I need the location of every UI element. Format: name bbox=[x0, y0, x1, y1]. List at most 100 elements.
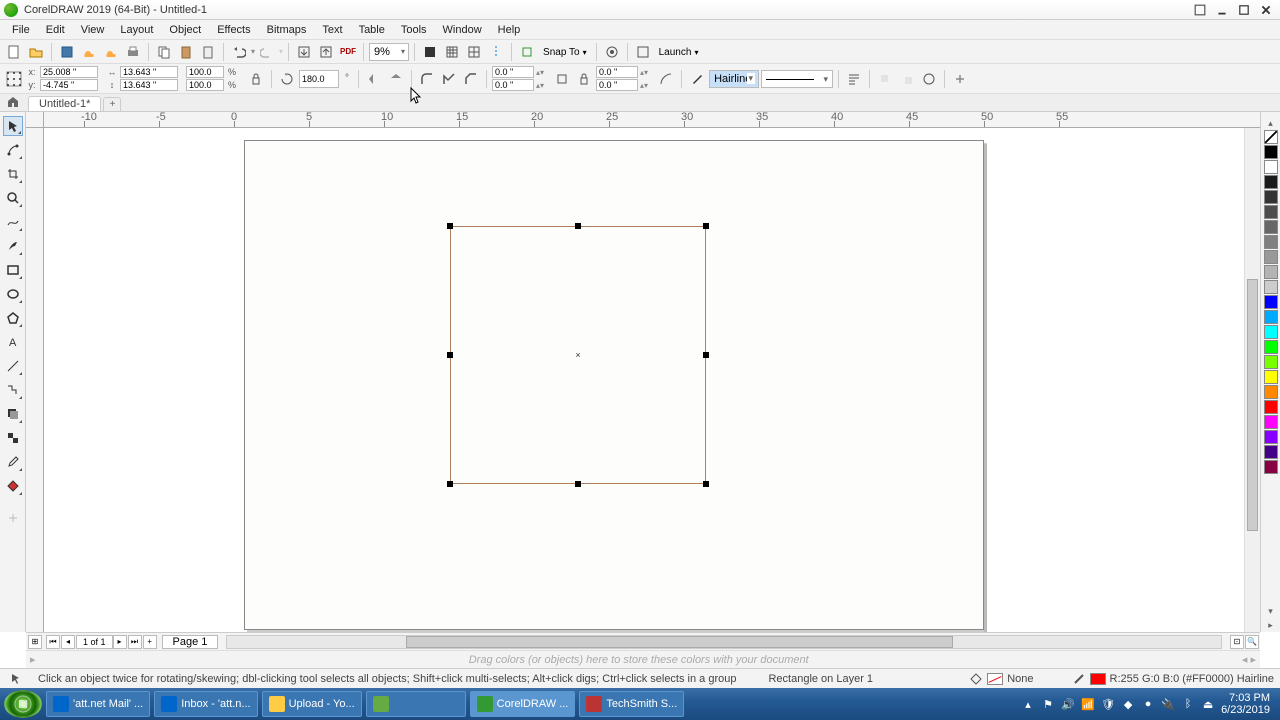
app-launcher-icon[interactable] bbox=[633, 42, 653, 62]
no-color-swatch[interactable] bbox=[1264, 130, 1278, 144]
open-button[interactable] bbox=[26, 42, 46, 62]
line-style-combo[interactable] bbox=[761, 70, 833, 88]
clipboard-button[interactable] bbox=[198, 42, 218, 62]
color-swatch[interactable] bbox=[1264, 385, 1278, 399]
popout-button[interactable] bbox=[1190, 2, 1210, 18]
cloud-down-button[interactable] bbox=[101, 42, 121, 62]
menu-effects[interactable]: Effects bbox=[209, 22, 258, 38]
crop-tool[interactable] bbox=[3, 164, 23, 184]
parallel-dim-tool[interactable] bbox=[3, 356, 23, 376]
minimize-button[interactable] bbox=[1212, 2, 1232, 18]
handle-nw[interactable] bbox=[447, 223, 453, 229]
color-swatch[interactable] bbox=[1264, 190, 1278, 204]
options-button[interactable] bbox=[602, 42, 622, 62]
shape-tool[interactable] bbox=[3, 140, 23, 160]
color-swatch[interactable] bbox=[1264, 295, 1278, 309]
corner-lock-icon[interactable] bbox=[552, 69, 572, 89]
wrap-text-button[interactable] bbox=[844, 69, 864, 89]
horizontal-scrollbar[interactable] bbox=[226, 635, 1222, 649]
corner-scallop-button[interactable] bbox=[439, 69, 459, 89]
undo-button[interactable] bbox=[229, 42, 249, 62]
rotation-input[interactable] bbox=[299, 70, 339, 88]
taskbar-item[interactable]: Inbox - 'att.n... bbox=[154, 691, 257, 717]
color-swatch[interactable] bbox=[1264, 370, 1278, 384]
fullscreen-button[interactable] bbox=[420, 42, 440, 62]
color-swatch[interactable] bbox=[1264, 325, 1278, 339]
vertical-scrollbar[interactable] bbox=[1244, 128, 1260, 632]
menu-object[interactable]: Object bbox=[161, 22, 209, 38]
y-input[interactable] bbox=[40, 79, 98, 91]
mirror-h-button[interactable] bbox=[364, 69, 384, 89]
color-swatch[interactable] bbox=[1264, 340, 1278, 354]
tray-bluetooth-icon[interactable]: ᛒ bbox=[1181, 697, 1195, 711]
x-input[interactable] bbox=[40, 66, 98, 78]
scale-x-input[interactable] bbox=[186, 66, 224, 78]
handle-e[interactable] bbox=[703, 352, 709, 358]
palette-up[interactable]: ▴ bbox=[1268, 116, 1273, 130]
lock-ratio-button[interactable] bbox=[246, 69, 266, 89]
first-page-button[interactable]: ⏮ bbox=[46, 635, 60, 649]
copy-button[interactable] bbox=[154, 42, 174, 62]
color-swatch[interactable] bbox=[1264, 355, 1278, 369]
taskbar-item[interactable]: Upload - Yo... bbox=[262, 691, 362, 717]
corner-bl-input[interactable] bbox=[492, 79, 534, 91]
scroll-thumb[interactable] bbox=[1247, 279, 1258, 531]
menu-view[interactable]: View bbox=[73, 22, 113, 38]
fill-tool[interactable] bbox=[3, 476, 23, 496]
welcome-tab-icon[interactable] bbox=[6, 96, 20, 111]
next-page-button[interactable]: ▸ bbox=[113, 635, 127, 649]
hscroll-thumb[interactable] bbox=[406, 636, 952, 648]
launch-dropdown[interactable]: Launch ▾ bbox=[655, 46, 703, 58]
navigator-button[interactable]: ⊡ bbox=[1230, 635, 1244, 649]
close-button[interactable] bbox=[1256, 2, 1276, 18]
fill-swatch[interactable] bbox=[987, 673, 1003, 685]
scale-y-input[interactable] bbox=[186, 79, 224, 91]
page-tab[interactable]: Page 1 bbox=[162, 635, 219, 649]
corner-tl-input[interactable] bbox=[492, 66, 534, 78]
polygon-tool[interactable] bbox=[3, 308, 23, 328]
add-page-button[interactable]: + bbox=[143, 635, 157, 649]
menu-text[interactable]: Text bbox=[314, 22, 350, 38]
handle-se[interactable] bbox=[703, 481, 709, 487]
pick-tool[interactable] bbox=[3, 116, 23, 136]
corner-tr-input[interactable] bbox=[596, 66, 638, 78]
rectangle-tool[interactable] bbox=[3, 260, 23, 280]
height-input[interactable] bbox=[120, 79, 178, 91]
color-swatch[interactable] bbox=[1264, 445, 1278, 459]
rotate-icon[interactable] bbox=[277, 69, 297, 89]
color-swatch[interactable] bbox=[1264, 250, 1278, 264]
clock[interactable]: 7:03 PM 6/23/2019 bbox=[1221, 692, 1270, 716]
color-swatch[interactable] bbox=[1264, 265, 1278, 279]
menu-edit[interactable]: Edit bbox=[38, 22, 73, 38]
corner-lock-button[interactable] bbox=[574, 69, 594, 89]
back-button[interactable] bbox=[897, 69, 917, 89]
selected-rectangle[interactable]: × bbox=[450, 226, 706, 484]
handle-sw[interactable] bbox=[447, 481, 453, 487]
start-button[interactable] bbox=[4, 690, 42, 718]
zoom-tool[interactable] bbox=[3, 188, 23, 208]
last-page-button[interactable]: ⏭ bbox=[128, 635, 142, 649]
corner-chamfer-button[interactable] bbox=[461, 69, 481, 89]
menu-window[interactable]: Window bbox=[435, 22, 490, 38]
ruler-origin[interactable] bbox=[26, 112, 44, 128]
tray-eject-icon[interactable]: ⏏ bbox=[1201, 697, 1215, 711]
taskbar-item[interactable]: CorelDRAW ... bbox=[470, 691, 576, 717]
outline-swatch[interactable] bbox=[1090, 673, 1106, 685]
menu-file[interactable]: File bbox=[4, 22, 38, 38]
color-swatch[interactable] bbox=[1264, 430, 1278, 444]
grid-button[interactable] bbox=[442, 42, 462, 62]
color-swatch[interactable] bbox=[1264, 235, 1278, 249]
corner-round-button[interactable] bbox=[417, 69, 437, 89]
outline-width-combo[interactable]: Hairline bbox=[709, 70, 759, 88]
tray-flag-icon[interactable]: ⚑ bbox=[1041, 697, 1055, 711]
prev-page-button[interactable]: ◂ bbox=[61, 635, 75, 649]
outline-pen-icon[interactable] bbox=[687, 69, 707, 89]
object-origin-icon[interactable] bbox=[4, 69, 24, 89]
zoom-combo[interactable]: 9% bbox=[369, 43, 409, 61]
document-tab[interactable]: Untitled-1* bbox=[28, 96, 101, 111]
handle-w[interactable] bbox=[447, 352, 453, 358]
mirror-v-button[interactable] bbox=[386, 69, 406, 89]
print-button[interactable] bbox=[123, 42, 143, 62]
palette-fly[interactable]: ▸ bbox=[1268, 618, 1273, 632]
width-input[interactable] bbox=[120, 66, 178, 78]
